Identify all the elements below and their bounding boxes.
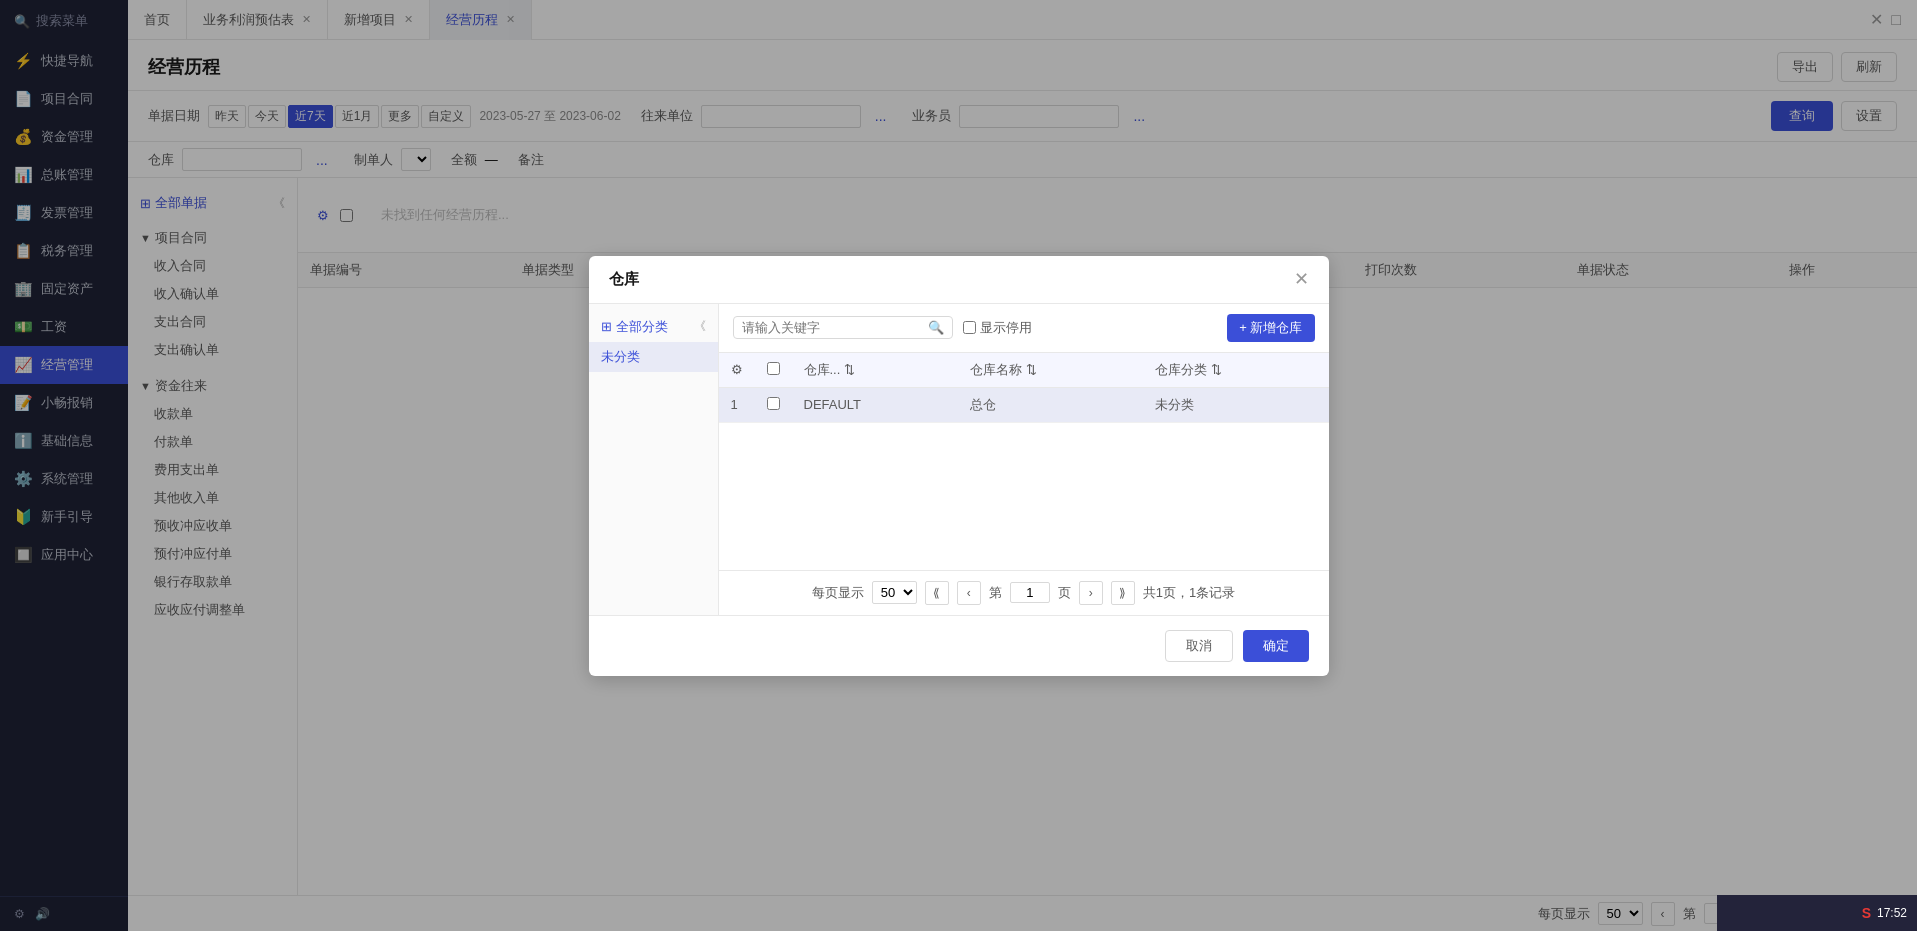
modal-table-body: 1 DEFAULT 总仓 未分类 <box>719 387 1329 422</box>
row-name: 总仓 <box>958 387 1143 422</box>
next-page-button[interactable]: › <box>1079 581 1103 605</box>
modal-header: 仓库 ✕ <box>589 256 1329 304</box>
confirm-button[interactable]: 确定 <box>1243 630 1309 662</box>
modal-left-panel: ⊞ 全部分类 《 未分类 <box>589 304 719 615</box>
prev-page-button[interactable]: ‹ <box>957 581 981 605</box>
modal-body: ⊞ 全部分类 《 未分类 🔍 <box>589 304 1329 615</box>
th-checkbox <box>755 353 792 388</box>
th-code: 仓库... ⇅ <box>792 353 959 388</box>
sort-icon[interactable]: ⇅ <box>1211 362 1222 377</box>
modal-pagination: 每页显示 50 ⟪ ‹ 第 页 › ⟫ 共1页，1条记录 <box>719 570 1329 615</box>
row-index: 1 <box>719 387 755 422</box>
th-category: 仓库分类 ⇅ <box>1143 353 1328 388</box>
modal-search-box[interactable]: 🔍 <box>733 316 953 339</box>
show-disabled-checkbox[interactable] <box>963 321 976 334</box>
modal-left-title: 全部分类 <box>616 318 668 336</box>
row-code: DEFAULT <box>792 387 959 422</box>
modal-total-label: 共1页，1条记录 <box>1143 584 1235 602</box>
taskbar-time: 17:52 <box>1877 906 1907 920</box>
show-disabled-label: 显示停用 <box>980 319 1032 337</box>
cancel-button[interactable]: 取消 <box>1165 630 1233 662</box>
row-checkbox[interactable] <box>767 397 780 410</box>
last-page-button[interactable]: ⟫ <box>1111 581 1135 605</box>
modal-per-page-select[interactable]: 50 <box>872 581 917 604</box>
modal-toolbar: 🔍 显示停用 + 新增仓库 <box>719 304 1329 353</box>
col-code-label: 仓库... <box>804 362 841 377</box>
th-name: 仓库名称 ⇅ <box>958 353 1143 388</box>
taskbar: S 17:52 <box>1717 895 1917 931</box>
modal-left-header: ⊞ 全部分类 《 <box>589 312 718 342</box>
first-page-button[interactable]: ⟪ <box>925 581 949 605</box>
settings-col-icon[interactable]: ⚙ <box>731 362 743 377</box>
sort-icon[interactable]: ⇅ <box>844 362 855 377</box>
modal-select-all[interactable] <box>767 362 780 375</box>
row-checkbox-cell <box>755 387 792 422</box>
modal-table-header-row: ⚙ 仓库... ⇅ 仓库名称 <box>719 353 1329 388</box>
per-page-label: 每页显示 <box>812 584 864 602</box>
grid-icon-small: ⊞ <box>601 319 612 334</box>
warehouse-modal: 仓库 ✕ ⊞ 全部分类 《 未分类 <box>589 256 1329 676</box>
taskbar-icon-s: S <box>1862 905 1871 921</box>
modal-right-panel: 🔍 显示停用 + 新增仓库 ⚙ <box>719 304 1329 615</box>
modal-table: ⚙ 仓库... ⇅ 仓库名称 <box>719 353 1329 423</box>
show-disabled-checkbox-label[interactable]: 显示停用 <box>963 319 1032 337</box>
modal-left-toggle[interactable]: 《 <box>694 318 706 335</box>
add-warehouse-button[interactable]: + 新增仓库 <box>1227 314 1314 342</box>
modal-search-input[interactable] <box>742 320 928 335</box>
page-label: 第 <box>989 584 1002 602</box>
modal-close-button[interactable]: ✕ <box>1294 270 1309 288</box>
modal-page-input[interactable] <box>1010 582 1050 603</box>
search-icon: 🔍 <box>928 320 944 335</box>
modal-left-item-uncategorized[interactable]: 未分类 <box>589 342 718 372</box>
modal-actions: 取消 确定 <box>589 615 1329 676</box>
col-category-label: 仓库分类 <box>1155 362 1207 377</box>
page-suffix: 页 <box>1058 584 1071 602</box>
row-category: 未分类 <box>1143 387 1328 422</box>
col-name-label: 仓库名称 <box>970 362 1022 377</box>
th-settings: ⚙ <box>719 353 755 388</box>
modal-title: 仓库 <box>609 270 639 289</box>
table-row[interactable]: 1 DEFAULT 总仓 未分类 <box>719 387 1329 422</box>
sort-icon[interactable]: ⇅ <box>1026 362 1037 377</box>
modal-overlay: 仓库 ✕ ⊞ 全部分类 《 未分类 <box>0 0 1917 931</box>
modal-table-wrap: ⚙ 仓库... ⇅ 仓库名称 <box>719 353 1329 570</box>
modal-left-item-label: 未分类 <box>601 349 640 364</box>
